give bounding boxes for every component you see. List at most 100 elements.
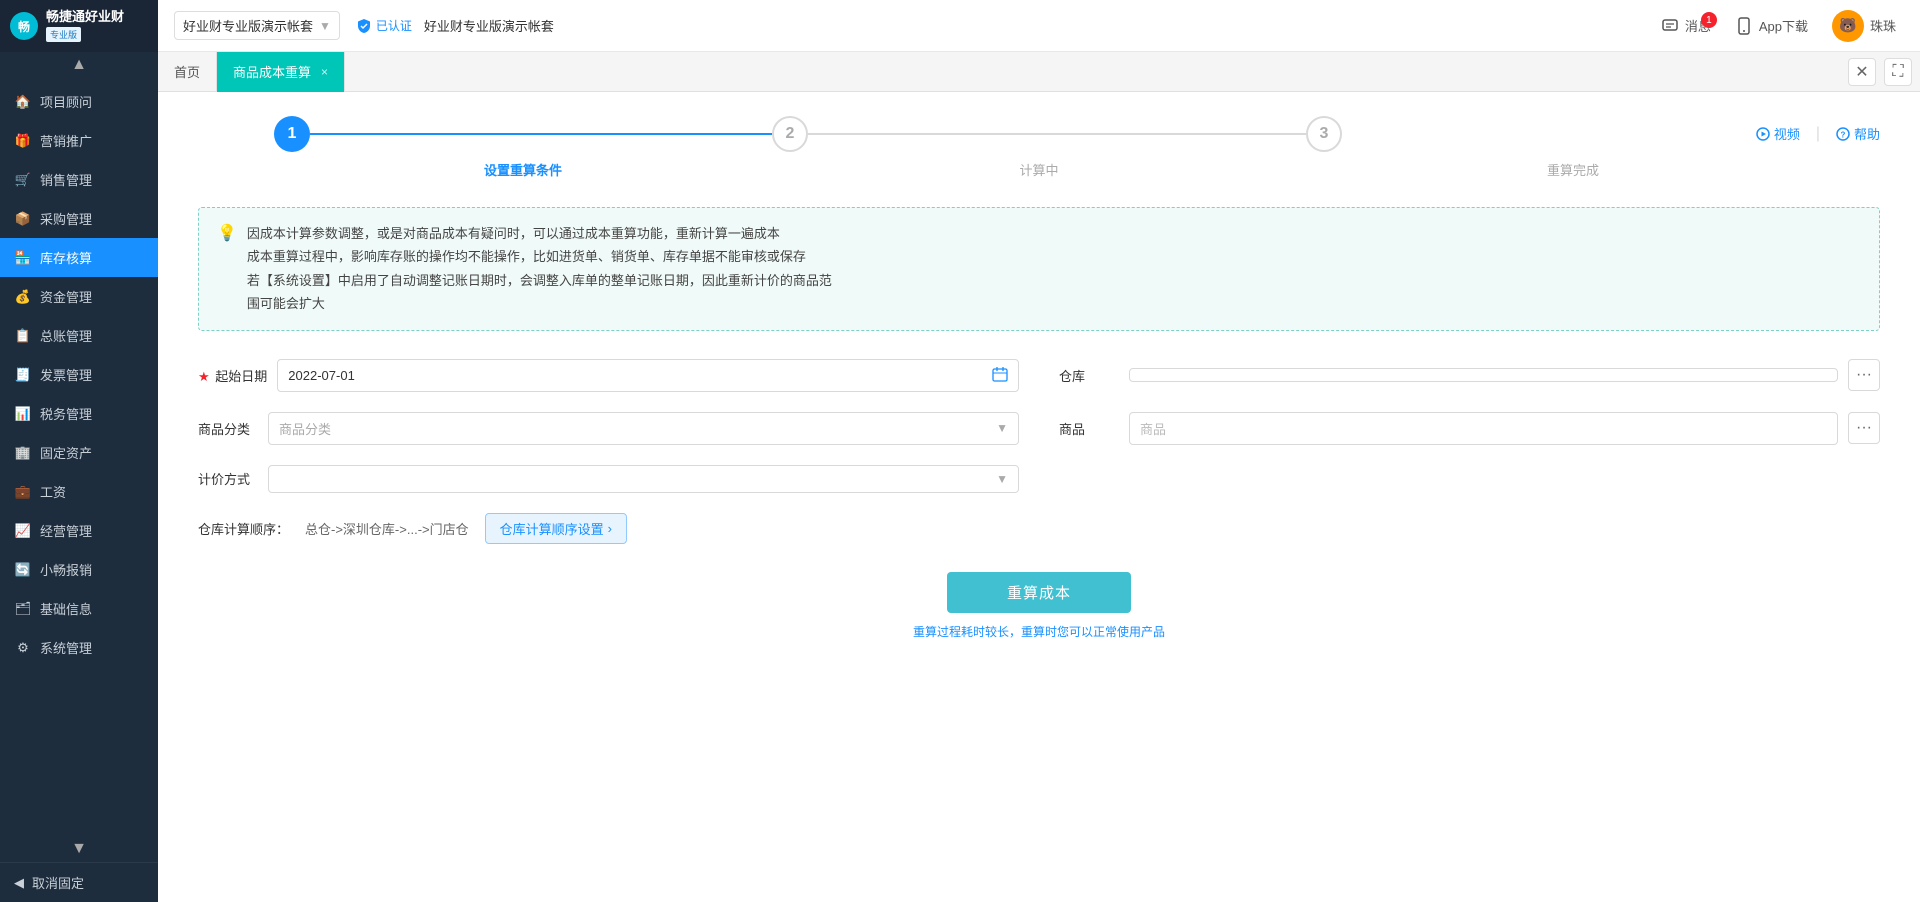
sidebar-item-label: 经营管理 bbox=[40, 521, 92, 540]
sidebar-item-invoice[interactable]: 🧾 发票管理 bbox=[0, 355, 158, 394]
expense-icon: 🔄 bbox=[14, 561, 32, 579]
sidebar-header: 畅 畅捷通好业财 专业版 bbox=[0, 0, 158, 52]
account-select[interactable]: 好业财专业版演示帐套 ▼ bbox=[174, 11, 340, 40]
sidebar-item-operations[interactable]: 📈 经营管理 bbox=[0, 511, 158, 550]
sidebar-footer-unpin[interactable]: ◀ 取消固定 bbox=[0, 862, 158, 902]
verified-label: 已认证 bbox=[376, 17, 412, 34]
helper-links: 视频 | ? 帮助 bbox=[1756, 124, 1880, 143]
main-area: 好业财专业版演示帐套 ▼ 已认证 好业财专业版演示帐套 消息 1 Ap bbox=[158, 0, 1920, 902]
info-line-3: 若【系统设置】中启用了自动调整记账日期时，会调整入库单的整单记账日期，因此重新计… bbox=[247, 269, 832, 292]
tab-active-label: 商品成本重算 bbox=[233, 62, 311, 81]
play-icon bbox=[1756, 127, 1770, 141]
tab-cost-recalc[interactable]: 商品成本重算 × bbox=[217, 52, 345, 92]
tab-home-label: 首页 bbox=[174, 62, 200, 81]
chevron-down-icon-category: ▼ bbox=[996, 421, 1008, 435]
pricing-label: 计价方式 bbox=[198, 469, 258, 488]
message-icon bbox=[1661, 17, 1679, 35]
finance-icon: 💰 bbox=[14, 288, 32, 306]
topbar: 好业财专业版演示帐套 ▼ 已认证 好业财专业版演示帐套 消息 1 Ap bbox=[158, 0, 1920, 52]
help-link[interactable]: ? 帮助 bbox=[1836, 124, 1880, 143]
sidebar-item-project[interactable]: 🏠 项目顾问 bbox=[0, 82, 158, 121]
accounting-icon: 📋 bbox=[14, 327, 32, 345]
info-line-4: 围可能会扩大 bbox=[247, 292, 832, 315]
sidebar-item-label: 固定资产 bbox=[40, 443, 92, 462]
sidebar-item-accounting[interactable]: 📋 总账管理 bbox=[0, 316, 158, 355]
step-2-label: 计算中 bbox=[1019, 160, 1058, 179]
sidebar-item-marketing[interactable]: 🎁 营销推广 bbox=[0, 121, 158, 160]
sidebar-item-system[interactable]: ⚙ 系统管理 bbox=[0, 628, 158, 667]
sidebar-item-label: 采购管理 bbox=[40, 209, 92, 228]
app-download-button[interactable]: App下载 bbox=[1727, 12, 1816, 39]
video-label: 视频 bbox=[1774, 124, 1800, 143]
product-dots-button[interactable]: ··· bbox=[1848, 412, 1880, 444]
calendar-icon[interactable] bbox=[992, 366, 1008, 385]
sidebar-subtitle: 专业版 bbox=[46, 27, 81, 42]
sidebar-title: 畅捷通好业财 bbox=[46, 9, 124, 25]
page-content: 1 设置重算条件 2 计算中 bbox=[158, 92, 1920, 902]
warehouse-order-btn-label: 仓库计算顺序设置 bbox=[500, 519, 604, 538]
sidebar-item-label: 发票管理 bbox=[40, 365, 92, 384]
sidebar: 畅 畅捷通好业财 专业版 ▲ 🏠 项目顾问 🎁 营销推广 🛒 销售管理 📦 采购… bbox=[0, 0, 158, 902]
sidebar-nav: 🏠 项目顾问 🎁 营销推广 🛒 销售管理 📦 采购管理 🏪 库存核算 💰 资金管… bbox=[0, 78, 158, 836]
form-section: ★ 起始日期 2022-07-01 bbox=[198, 359, 1880, 544]
project-icon: 🏠 bbox=[14, 93, 32, 111]
sidebar-scroll-down[interactable]: ▼ bbox=[0, 836, 158, 862]
recalc-btn-label: 重算成本 bbox=[1007, 585, 1071, 602]
step-3-circle: 3 bbox=[1306, 116, 1342, 152]
help-label: 帮助 bbox=[1854, 124, 1880, 143]
sidebar-item-label: 基础信息 bbox=[40, 599, 92, 618]
warehouse-order-row: 仓库计算顺序： 总仓->深圳仓库->...->门店仓 仓库计算顺序设置 › bbox=[198, 513, 1880, 544]
tab-close-button[interactable]: × bbox=[321, 65, 328, 79]
sidebar-item-finance[interactable]: 💰 资金管理 bbox=[0, 277, 158, 316]
steps-container: 1 设置重算条件 2 计算中 bbox=[198, 116, 1880, 179]
assets-icon: 🏢 bbox=[14, 444, 32, 462]
account-select-label: 好业财专业版演示帐套 bbox=[183, 16, 313, 35]
product-field: 商品 商品 ··· bbox=[1059, 412, 1880, 445]
sidebar-item-tax[interactable]: 📊 税务管理 bbox=[0, 394, 158, 433]
avatar: 🐻 bbox=[1832, 10, 1864, 42]
warehouse-dots-button[interactable]: ··· bbox=[1848, 359, 1880, 391]
warehouse-order-settings-button[interactable]: 仓库计算顺序设置 › bbox=[485, 513, 627, 544]
user-menu[interactable]: 🐻 珠珠 bbox=[1824, 6, 1904, 46]
sidebar-item-salary[interactable]: 💼 工资 bbox=[0, 472, 158, 511]
sidebar-logo: 畅 bbox=[10, 12, 38, 40]
recalc-note: 重算过程耗时较长，重算时您可以正常使用产品 bbox=[913, 623, 1165, 640]
expand-window-button[interactable]: ⛶ bbox=[1884, 58, 1912, 86]
info-box: 💡 因成本计算参数调整，或是对商品成本有疑问时，可以通过成本重算功能，重新计算一… bbox=[198, 207, 1880, 331]
warehouse-input[interactable] bbox=[1129, 368, 1838, 382]
sidebar-item-basic[interactable]: 🗂 基础信息 bbox=[0, 589, 158, 628]
sidebar-item-label: 销售管理 bbox=[40, 170, 92, 189]
close-window-button[interactable]: ✕ bbox=[1848, 58, 1876, 86]
svg-text:?: ? bbox=[1841, 130, 1846, 139]
category-select[interactable]: 商品分类 ▼ bbox=[268, 412, 1019, 445]
system-icon: ⚙ bbox=[14, 639, 32, 657]
start-date-input[interactable]: 2022-07-01 bbox=[277, 359, 1019, 392]
recalc-button[interactable]: 重算成本 bbox=[947, 572, 1131, 613]
sidebar-item-sales[interactable]: 🛒 销售管理 bbox=[0, 160, 158, 199]
step-line-1 bbox=[310, 133, 772, 135]
start-date-value: 2022-07-01 bbox=[288, 368, 986, 383]
sidebar-scroll-up[interactable]: ▲ bbox=[0, 52, 158, 78]
step-2: 2 计算中 bbox=[772, 116, 1306, 179]
video-link[interactable]: 视频 bbox=[1756, 124, 1800, 143]
category-field: 商品分类 商品分类 ▼ bbox=[198, 412, 1019, 445]
salary-icon: 💼 bbox=[14, 483, 32, 501]
info-line-2: 成本重算过程中，影响库存账的操作均不能操作，比如进货单、销货单、库存单据不能审核… bbox=[247, 245, 832, 268]
product-input[interactable]: 商品 bbox=[1129, 412, 1838, 445]
message-button[interactable]: 消息 1 bbox=[1653, 12, 1719, 39]
sidebar-item-assets[interactable]: 🏢 固定资产 bbox=[0, 433, 158, 472]
sidebar-item-expense[interactable]: 🔄 小畅报销 bbox=[0, 550, 158, 589]
sidebar-item-label: 项目顾问 bbox=[40, 92, 92, 111]
pricing-select[interactable]: ▼ bbox=[268, 465, 1019, 493]
sidebar-item-purchase[interactable]: 📦 采购管理 bbox=[0, 199, 158, 238]
category-label: 商品分类 bbox=[198, 419, 258, 438]
category-placeholder: 商品分类 bbox=[279, 419, 996, 438]
sidebar-item-label: 系统管理 bbox=[40, 638, 92, 657]
tab-home[interactable]: 首页 bbox=[158, 52, 217, 92]
recalc-section: 重算成本 重算过程耗时较长，重算时您可以正常使用产品 bbox=[198, 572, 1880, 640]
sidebar-item-label: 总账管理 bbox=[40, 326, 92, 345]
tax-icon: 📊 bbox=[14, 405, 32, 423]
chevron-right-icon: › bbox=[608, 521, 612, 536]
sidebar-footer-label: 取消固定 bbox=[32, 873, 84, 892]
sidebar-item-inventory[interactable]: 🏪 库存核算 bbox=[0, 238, 158, 277]
